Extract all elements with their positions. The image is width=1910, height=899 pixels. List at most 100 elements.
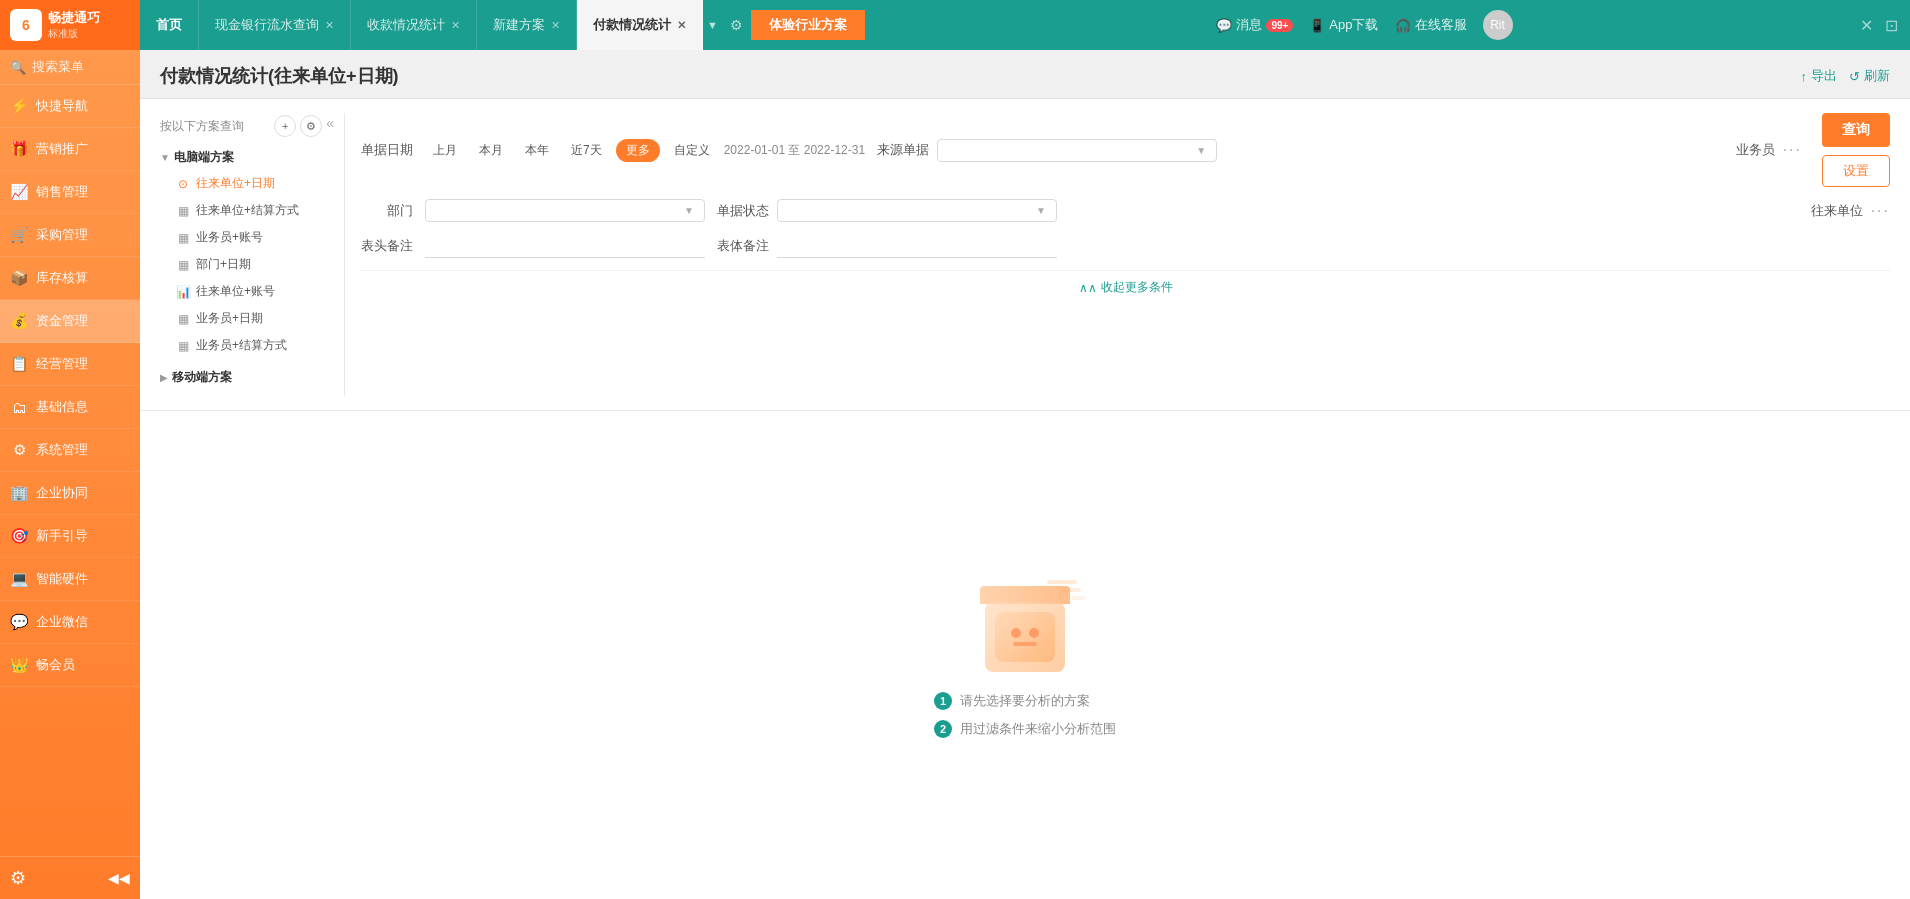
sidebar-item-basic-info[interactable]: 🗂 基础信息 — [0, 386, 140, 429]
try-industry-button[interactable]: 体验行业方案 — [755, 10, 861, 40]
window-actions: ✕ ⊡ — [1856, 12, 1910, 39]
tab-payment-stat[interactable]: 付款情况统计 ✕ — [577, 0, 703, 50]
export-label: 导出 — [1811, 67, 1837, 85]
scheme-panel: 按以下方案查询 + ⚙ « ▼ 电脑端方案 ⊙ 往来单位+日期 — [160, 113, 345, 396]
query-button[interactable]: 查询 — [1822, 113, 1890, 147]
headset-icon: 🎧 — [1395, 18, 1411, 33]
tab-home[interactable]: 首页 — [140, 0, 199, 50]
sidebar-item-label: 系统管理 — [36, 441, 88, 459]
scheme-item-partner-date[interactable]: ⊙ 往来单位+日期 — [160, 170, 334, 197]
topbar: 首页 现金银行流水查询 ✕ 收款情况统计 ✕ 新建方案 ✕ 付款情况统计 ✕ ▼… — [140, 0, 1910, 50]
messages-button[interactable]: 💬 消息 99+ — [1216, 16, 1293, 34]
box-icon: 📦 — [10, 269, 28, 287]
settings-button[interactable]: 设置 — [1822, 155, 1890, 187]
app-download-button[interactable]: 📱 App下载 — [1309, 16, 1378, 34]
empty-state: 1 请先选择要分析的方案 2 用过滤条件来缩小分析范围 — [140, 411, 1910, 899]
tab-receipt[interactable]: 收款情况统计 ✕ — [351, 0, 477, 50]
mobile-group-label: 移动端方案 — [172, 369, 232, 386]
sidebar-item-label: 畅会员 — [36, 656, 75, 674]
sidebar-item-purchase[interactable]: 🛒 采购管理 — [0, 214, 140, 257]
tab-new-scheme-close[interactable]: ✕ — [551, 19, 560, 32]
export-icon: ↑ — [1801, 69, 1808, 84]
partner-dots-button[interactable]: ··· — [1871, 202, 1890, 220]
dept-select[interactable]: ▼ — [425, 199, 705, 222]
sidebar-item-system[interactable]: ⚙ 系统管理 — [0, 429, 140, 472]
export-button[interactable]: ↑ 导出 — [1801, 67, 1838, 85]
sidebar-item-finance[interactable]: 💰 资金管理 — [0, 300, 140, 343]
scheme-group-mobile-title[interactable]: ▶ 移动端方案 — [160, 365, 334, 390]
close-window-icon[interactable]: ✕ — [1856, 12, 1877, 39]
sidebar-item-quick-nav[interactable]: ⚡ 快捷导航 — [0, 85, 140, 128]
chat-icon: 💬 — [10, 613, 28, 631]
tab-payment-stat-close[interactable]: ✕ — [677, 19, 686, 32]
tab-new-scheme[interactable]: 新建方案 ✕ — [477, 0, 577, 50]
scheme-item-label: 业务员+账号 — [196, 229, 263, 246]
filter-panel: 按以下方案查询 + ⚙ « ▼ 电脑端方案 ⊙ 往来单位+日期 — [140, 99, 1910, 411]
sidebar-item-operation[interactable]: 📋 经营管理 — [0, 343, 140, 386]
sidebar-nav: ⚡ 快捷导航 🎁 营销推广 📈 销售管理 🛒 采购管理 📦 库存核算 💰 资金管… — [0, 85, 140, 856]
sidebar-item-membership[interactable]: 👑 畅会员 — [0, 644, 140, 687]
app-info: 畅捷通巧 标准版 — [48, 9, 100, 41]
date-btn-last-month[interactable]: 上月 — [425, 139, 465, 162]
staff-dots-button[interactable]: ··· — [1783, 141, 1802, 159]
expand-window-icon[interactable]: ⊡ — [1881, 12, 1902, 39]
sidebar-item-guide[interactable]: 🎯 新手引导 — [0, 515, 140, 558]
date-btn-more[interactable]: 更多 — [616, 139, 660, 162]
page-title: 付款情况统计(往来单位+日期) — [160, 64, 399, 88]
tab-dropdown-icon[interactable]: ▼ — [703, 15, 722, 35]
source-select[interactable]: ▼ — [937, 139, 1217, 162]
collapse-more-button[interactable]: ∧∧ 收起更多条件 — [361, 270, 1890, 304]
tab-bank-flow-label: 现金银行流水查询 — [215, 16, 319, 34]
scheme-group-pc-title[interactable]: ▼ 电脑端方案 — [160, 145, 334, 170]
doc-status-select[interactable]: ▼ — [777, 199, 1057, 222]
scheme-item-staff-date[interactable]: ▦ 业务员+日期 — [160, 305, 334, 332]
footer-settings-icon[interactable]: ⚙ — [10, 867, 26, 889]
empty-hint-2: 2 用过滤条件来缩小分析范围 — [934, 720, 1116, 738]
scheme-add-button[interactable]: + — [274, 115, 296, 137]
sidebar-item-hardware[interactable]: 💻 智能硬件 — [0, 558, 140, 601]
tab-receipt-close[interactable]: ✕ — [451, 19, 460, 32]
footer-collapse-icon[interactable]: ◀◀ — [108, 870, 130, 886]
user-avatar[interactable]: Rit — [1483, 10, 1513, 40]
sidebar-item-inventory[interactable]: 📦 库存核算 — [0, 257, 140, 300]
scheme-item-label: 往来单位+日期 — [196, 175, 275, 192]
body-note-input[interactable] — [777, 234, 1057, 258]
settings-icon: ⚙ — [10, 441, 28, 459]
online-service-button[interactable]: 🎧 在线客服 — [1395, 16, 1467, 34]
date-btn-custom[interactable]: 自定义 — [666, 139, 718, 162]
sidebar-item-label: 经营管理 — [36, 355, 88, 373]
sidebar-item-label: 智能硬件 — [36, 570, 88, 588]
scheme-collapse-button[interactable]: « — [326, 115, 334, 137]
scheme-item-staff-settlement[interactable]: ▦ 业务员+结算方式 — [160, 332, 334, 359]
topbar-tabs: 首页 现金银行流水查询 ✕ 收款情况统计 ✕ 新建方案 ✕ 付款情况统计 ✕ — [140, 0, 703, 50]
tab-bank-flow-close[interactable]: ✕ — [325, 19, 334, 32]
filter-row-2: 部门 ▼ 单据状态 ▼ 往来单位 ··· — [361, 199, 1890, 222]
phone-icon: 📱 — [1309, 18, 1325, 33]
scheme-item-partner-settlement[interactable]: ▦ 往来单位+结算方式 — [160, 197, 334, 224]
hint-1-text: 请先选择要分析的方案 — [960, 692, 1090, 710]
scheme-settings-button[interactable]: ⚙ — [300, 115, 322, 137]
scheme-item-dept-date[interactable]: ▦ 部门+日期 — [160, 251, 334, 278]
refresh-button[interactable]: ↺ 刷新 — [1849, 67, 1890, 85]
empty-hint-1: 1 请先选择要分析的方案 — [934, 692, 1116, 710]
sidebar-item-enterprise-collab[interactable]: 🏢 企业协同 — [0, 472, 140, 515]
sidebar-item-sales[interactable]: 📈 销售管理 — [0, 171, 140, 214]
sidebar-item-search[interactable]: 🔍 搜索菜单 — [0, 50, 140, 85]
sidebar-item-weixin[interactable]: 💬 企业微信 — [0, 601, 140, 644]
pc-group-label: 电脑端方案 — [174, 149, 234, 166]
topbar-gear-icon[interactable]: ⚙ — [726, 13, 747, 37]
building-icon: 🏢 — [10, 484, 28, 502]
source-select-arrow: ▼ — [1196, 145, 1206, 156]
message-badge: 99+ — [1266, 19, 1293, 32]
staff-filter-label: 业务员 — [1723, 141, 1775, 159]
refresh-label: 刷新 — [1864, 67, 1890, 85]
scheme-item-partner-account[interactable]: 📊 往来单位+账号 — [160, 278, 334, 305]
scheme-item-staff-account[interactable]: ▦ 业务员+账号 — [160, 224, 334, 251]
tab-bank-flow[interactable]: 现金银行流水查询 ✕ — [199, 0, 351, 50]
partner-filter-group: 往来单位 ··· — [1811, 202, 1890, 220]
header-note-input[interactable] — [425, 234, 705, 258]
date-btn-7days[interactable]: 近7天 — [563, 139, 610, 162]
date-btn-this-month[interactable]: 本月 — [471, 139, 511, 162]
date-btn-this-year[interactable]: 本年 — [517, 139, 557, 162]
sidebar-item-marketing[interactable]: 🎁 营销推广 — [0, 128, 140, 171]
